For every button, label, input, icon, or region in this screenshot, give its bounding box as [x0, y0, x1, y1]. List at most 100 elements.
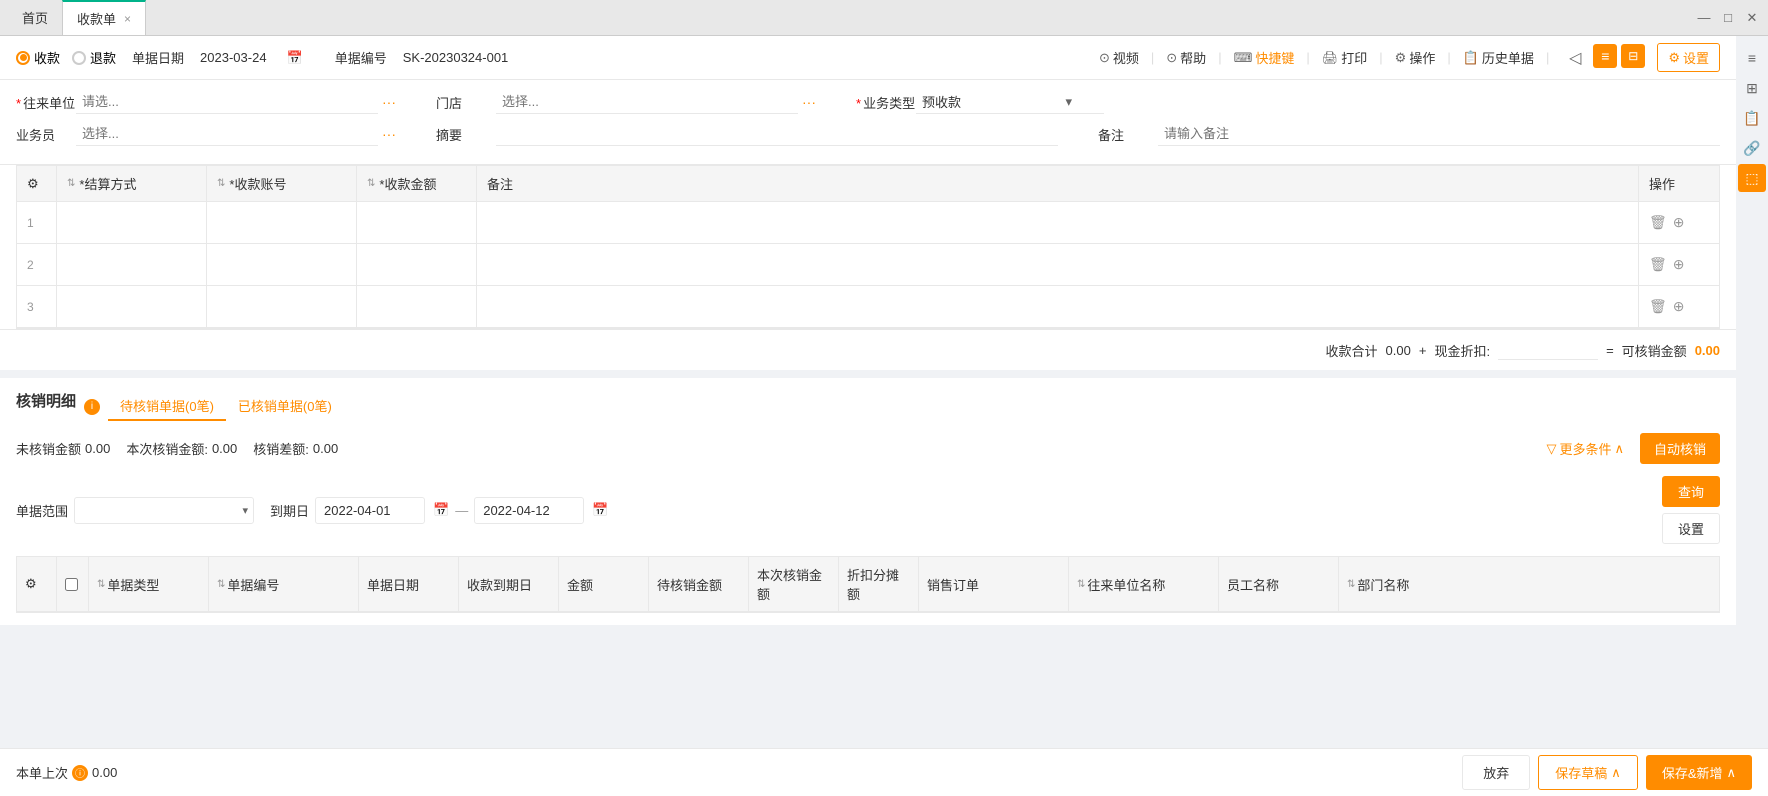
- video-link[interactable]: ⊙ 视频: [1099, 48, 1139, 67]
- print-label: 打印: [1341, 48, 1367, 67]
- sidebar-clipboard-icon[interactable]: 📋: [1738, 104, 1766, 132]
- counterpart-more-icon[interactable]: ···: [382, 94, 396, 110]
- date-start-calendar-icon[interactable]: 📅: [433, 502, 449, 518]
- due-date-label: 到期日: [270, 501, 309, 520]
- tab-home[interactable]: 首页: [8, 0, 62, 35]
- radio-refund[interactable]: 退款: [72, 48, 116, 67]
- bottom-th-discount-label: 折扣分摊额: [847, 565, 910, 603]
- filter-row: 单据范围 ▾ 到期日 📅 — 📅 查询 设置: [16, 476, 1720, 544]
- biz-type-input[interactable]: [916, 90, 1104, 114]
- tab-close-icon[interactable]: ×: [124, 12, 131, 26]
- close-button[interactable]: ✕: [1744, 10, 1760, 26]
- sidebar-link-icon[interactable]: 🔗: [1738, 134, 1766, 162]
- save-new-button[interactable]: 保存&新增 ∧: [1646, 755, 1752, 790]
- list-view-icon[interactable]: ◁: [1561, 44, 1589, 72]
- copy-row-1-icon[interactable]: ⊕: [1673, 214, 1685, 231]
- action-btns-2: 🗑 ⊕: [1649, 256, 1685, 273]
- td-payment-2[interactable]: [57, 244, 207, 285]
- tab-receipt-label: 收款单: [77, 9, 116, 28]
- scope-select[interactable]: [74, 497, 254, 524]
- copy-row-2-icon[interactable]: ⊕: [1673, 256, 1685, 273]
- td-account-1[interactable]: [207, 202, 357, 243]
- history-link[interactable]: 📋 历史单据: [1463, 48, 1534, 67]
- td-amount-2[interactable]: [357, 244, 477, 285]
- filter-settings-button[interactable]: 设置: [1662, 513, 1720, 544]
- table-row: 2 🗑 ⊕: [17, 244, 1719, 286]
- tab-done[interactable]: 已核销单据(0笔): [226, 392, 344, 421]
- date-start-input[interactable]: [315, 497, 425, 524]
- date-calendar-icon[interactable]: 📅: [287, 50, 303, 66]
- minimize-button[interactable]: —: [1696, 10, 1712, 26]
- diff-stat: 核销差额: 0.00: [253, 439, 338, 458]
- table-view-icon[interactable]: ≡: [1593, 44, 1617, 68]
- abandon-button[interactable]: 放弃: [1462, 755, 1530, 790]
- sidebar-table-icon[interactable]: ≡: [1738, 44, 1766, 72]
- radio-group: 收款 退款: [16, 48, 116, 67]
- td-amount-1[interactable]: [357, 202, 477, 243]
- video-icon: ⊙: [1099, 50, 1110, 66]
- bottom-th-sales-order: 销售订单: [919, 557, 1069, 611]
- td-account-3[interactable]: [207, 286, 357, 327]
- th-gear[interactable]: ⚙: [17, 166, 57, 201]
- view-toggles: ◁ ≡ ⊟: [1561, 44, 1645, 72]
- top-toolbar: 收款 退款 单据日期 2023-03-24 📅 单据编号 SK-20230324…: [0, 36, 1736, 80]
- action-btns-1: 🗑 ⊕: [1649, 214, 1685, 231]
- td-payment-1[interactable]: [57, 202, 207, 243]
- delete-row-2-icon[interactable]: 🗑: [1649, 256, 1667, 273]
- tab-bar: 首页 收款单 × — □ ✕: [0, 0, 1768, 36]
- summary-input[interactable]: [496, 122, 1058, 146]
- toolbar-actions: ⊙ 视频 | ⊙ 帮助 | ⌨ 快捷键 | 🖨 打印 | ⚙ 操作 | 📋 历史…: [1099, 43, 1720, 72]
- bottom-th-gear[interactable]: ⚙: [17, 557, 57, 611]
- delete-row-1-icon[interactable]: 🗑: [1649, 214, 1667, 231]
- date-end-input[interactable]: [474, 497, 584, 524]
- delete-row-3-icon[interactable]: 🗑: [1649, 298, 1667, 315]
- tab-receipt[interactable]: 收款单 ×: [62, 0, 146, 35]
- salesperson-more-icon[interactable]: ···: [382, 126, 396, 142]
- plus-sign: +: [1419, 343, 1427, 358]
- content-wrapper: 收款 退款 单据日期 2023-03-24 📅 单据编号 SK-20230324…: [0, 36, 1736, 673]
- salesperson-input[interactable]: [76, 122, 378, 146]
- bottom-th-checkbox[interactable]: [57, 557, 89, 611]
- draft-label: 保存草稿: [1555, 763, 1607, 782]
- footer-info-icon[interactable]: ⓘ: [72, 765, 88, 781]
- copy-row-3-icon[interactable]: ⊕: [1673, 298, 1685, 315]
- auto-verify-button[interactable]: 自动核销: [1640, 433, 1720, 464]
- sidebar-grid-icon[interactable]: ⊞: [1738, 74, 1766, 102]
- settings-button[interactable]: ⚙ 设置: [1657, 43, 1720, 72]
- td-remark-1[interactable]: [477, 202, 1639, 243]
- store-more-icon[interactable]: ···: [802, 94, 816, 110]
- summary-field: 摘要: [436, 122, 1058, 146]
- date-end-calendar-icon[interactable]: 📅: [592, 502, 608, 518]
- td-remark-2[interactable]: [477, 244, 1639, 285]
- more-conditions-link[interactable]: ▽ 更多条件 ∧: [1546, 439, 1624, 458]
- sort-icon-payment: ⇅: [67, 178, 75, 189]
- shortcut-link[interactable]: ⌨ 快捷键: [1234, 48, 1295, 67]
- bottom-th-amount-label: 金额: [567, 575, 593, 594]
- td-remark-3[interactable]: [477, 286, 1639, 327]
- help-link[interactable]: ⊙ 帮助: [1166, 48, 1206, 67]
- remark-input[interactable]: [1158, 122, 1720, 146]
- bottom-th-duedate: 收款到期日: [459, 557, 559, 611]
- td-payment-3[interactable]: [57, 286, 207, 327]
- store-input[interactable]: [496, 90, 798, 114]
- maximize-button[interactable]: □: [1720, 10, 1736, 26]
- select-all-checkbox[interactable]: [65, 578, 78, 591]
- bottom-th-current-verify-label: 本次核销金额: [757, 565, 830, 603]
- save-draft-button[interactable]: 保存草稿 ∧: [1538, 755, 1638, 790]
- discount-input[interactable]: [1498, 340, 1598, 360]
- td-account-2[interactable]: [207, 244, 357, 285]
- operation-link[interactable]: ⚙ 操作: [1395, 48, 1436, 67]
- scope-field: 单据范围 ▾: [16, 497, 254, 524]
- history-label: 历史单据: [1482, 48, 1534, 67]
- verification-info-icon[interactable]: i: [84, 399, 100, 415]
- query-button[interactable]: 查询: [1662, 476, 1720, 507]
- tab-pending[interactable]: 待核销单据(0笔): [108, 392, 226, 421]
- sidebar-expand-icon[interactable]: ⬚: [1738, 164, 1766, 192]
- counterpart-input[interactable]: [76, 90, 378, 114]
- print-link[interactable]: 🖨 打印: [1322, 48, 1368, 67]
- total-label: 收款合计: [1326, 341, 1378, 360]
- td-amount-3[interactable]: [357, 286, 477, 327]
- radio-receipt[interactable]: 收款: [16, 48, 60, 67]
- detail-view-icon[interactable]: ⊟: [1621, 44, 1645, 68]
- bottom-th-dept: ⇅ 部门名称: [1339, 557, 1459, 611]
